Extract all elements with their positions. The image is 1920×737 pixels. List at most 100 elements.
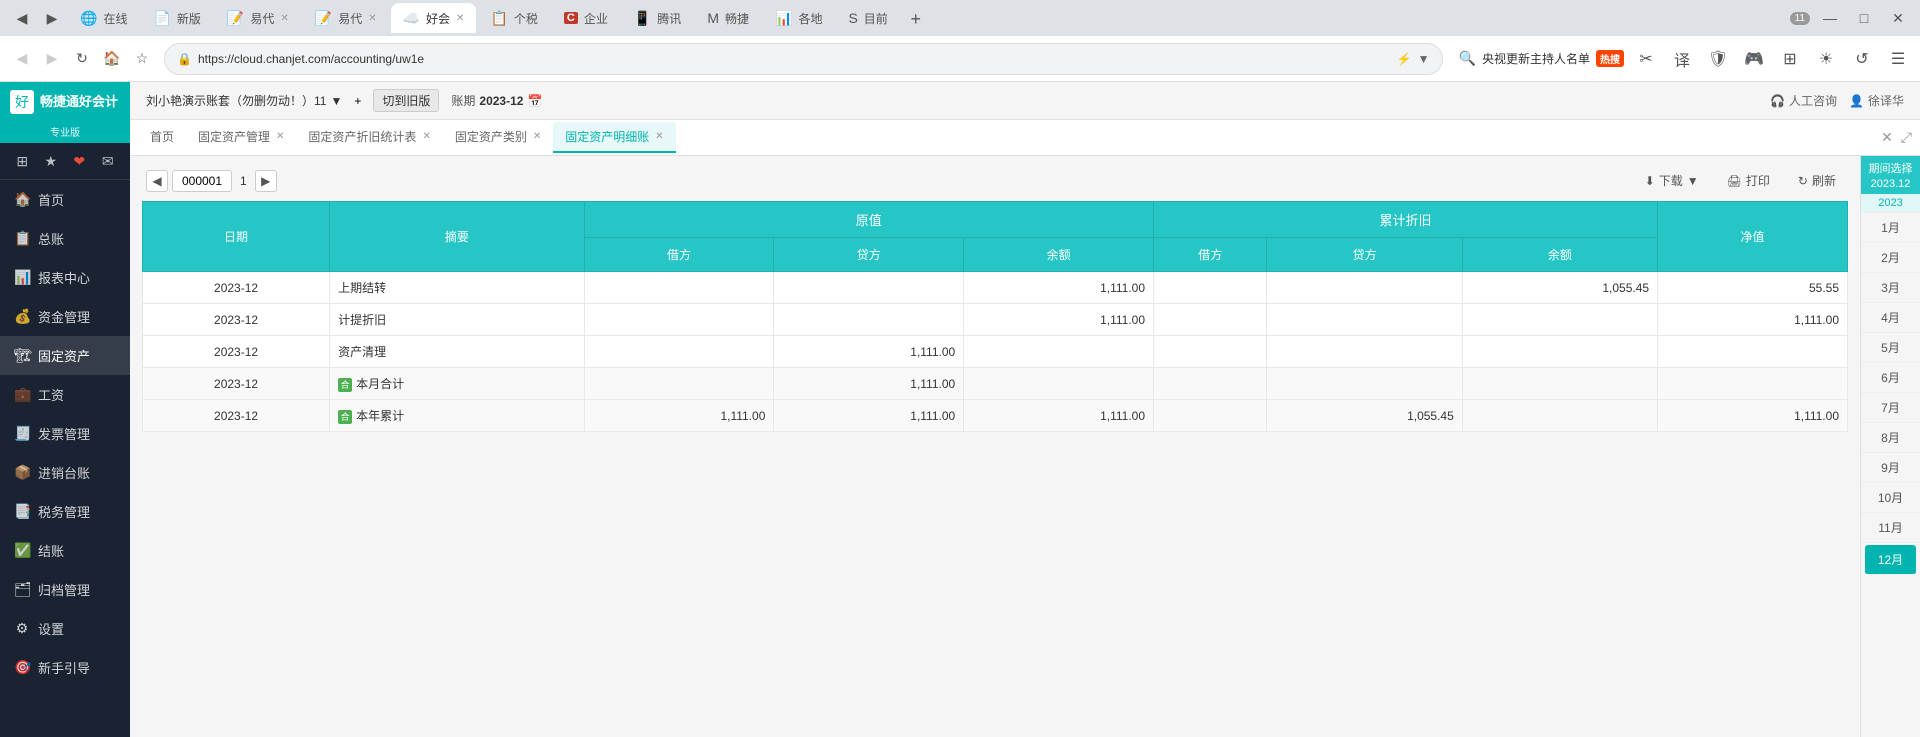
sidebar-icon-4[interactable]: ✉ (96, 149, 120, 173)
browser-back-btn[interactable]: ◀ (8, 4, 36, 32)
page-tab-close-2[interactable]: ✕ (422, 131, 430, 142)
sidebar-item-settings[interactable]: ⚙ 设置 (0, 609, 130, 648)
address-field[interactable]: 🔒 https://cloud.chanjet.com/accounting/u… (164, 43, 1443, 75)
maximize-btn[interactable]: □ (1850, 4, 1878, 32)
dropdown-icon[interactable]: ▼ (1418, 52, 1430, 66)
ledger-main: ◀ 1 ▶ ⬇ 下载 ▼ 🖨 打印 (130, 156, 1860, 737)
sidebar-item-general-ledger[interactable]: 📋 总账 (0, 219, 130, 258)
sidebar-label-purchase-sale: 进销台账 (38, 463, 90, 482)
page-tab-categories[interactable]: 固定资产类别 ✕ (443, 122, 553, 153)
shield-icon[interactable]: 🛡 (1704, 45, 1732, 73)
funds-icon: 💰 (14, 308, 30, 325)
sidebar-item-settlement[interactable]: ✅ 结账 (0, 531, 130, 570)
tab-close-4[interactable]: ✕ (368, 13, 376, 24)
translate-icon[interactable]: 译 (1668, 45, 1696, 73)
browser-forward-btn[interactable]: ▶ (38, 4, 66, 32)
period-month-2[interactable]: 2月 (1861, 243, 1920, 273)
page-tab-fixed-assets-mgmt[interactable]: 固定资产管理 ✕ (186, 122, 296, 153)
page-input-field[interactable] (172, 170, 232, 192)
browser-tab-2[interactable]: 📄 新版 (141, 3, 212, 33)
brightness-icon[interactable]: ☀ (1812, 45, 1840, 73)
browser-tab-6[interactable]: 📋 个税 (478, 3, 549, 33)
sidebar-item-guide[interactable]: 🎯 新手引导 (0, 648, 130, 687)
page-tab-close-4[interactable]: ✕ (655, 131, 663, 142)
period-month-11[interactable]: 11月 (1861, 513, 1920, 543)
sidebar-icon-2[interactable]: ★ (39, 149, 63, 173)
refresh-btn[interactable]: ↻ 刷新 (1790, 168, 1844, 193)
calendar-icon[interactable]: 📅 (527, 94, 542, 108)
sidebar-item-home[interactable]: 🏠 首页 (0, 180, 130, 219)
period-month-6[interactable]: 6月 (1861, 363, 1920, 393)
reload-btn[interactable]: ↻ (68, 45, 96, 73)
period-month-4[interactable]: 4月 (1861, 303, 1920, 333)
browser-tab-3[interactable]: 📝 易代 ✕ (215, 3, 301, 33)
add-company-btn[interactable]: + (354, 94, 361, 108)
menu-icon[interactable]: ☰ (1884, 45, 1912, 73)
prev-page-btn[interactable]: ◀ (146, 170, 168, 192)
switch-version-btn[interactable]: 切到旧版 (373, 89, 439, 112)
browser-tab-10[interactable]: 📊 各地 (763, 3, 834, 33)
new-tab-btn[interactable]: + (902, 5, 930, 33)
company-selector[interactable]: 刘小艳演示账套（勿删勿动！）11 ▼ (146, 92, 342, 109)
sidebar-icon-1[interactable]: ⊞ (10, 149, 34, 173)
close-btn[interactable]: ✕ (1884, 4, 1912, 32)
forward-btn[interactable]: ▶ (38, 45, 66, 73)
sidebar-item-funds[interactable]: 💰 资金管理 (0, 297, 130, 336)
service-btn[interactable]: 🎧 人工咨询 (1770, 92, 1837, 109)
print-btn[interactable]: 🖨 打印 (1719, 168, 1778, 193)
tab-close-5[interactable]: ✕ (456, 13, 464, 24)
period-month-5[interactable]: 5月 (1861, 333, 1920, 363)
next-page-btn[interactable]: ▶ (255, 170, 277, 192)
sidebar-icon-3[interactable]: ❤ (67, 149, 91, 173)
cell-accum-credit (1267, 368, 1462, 400)
sidebar-item-invoice[interactable]: 🧾 发票管理 (0, 414, 130, 453)
back-btn[interactable]: ◀ (8, 45, 36, 73)
period-month-8[interactable]: 8月 (1861, 423, 1920, 453)
hot-badge[interactable]: 热搜 (1596, 50, 1624, 67)
page-tab-home[interactable]: 首页 (138, 122, 186, 153)
sidebar-item-payroll[interactable]: 💼 工资 (0, 375, 130, 414)
period-month-1[interactable]: 1月 (1861, 213, 1920, 243)
tab-close-3[interactable]: ✕ (280, 13, 288, 24)
download-label: 下载 (1659, 172, 1683, 189)
period-month-10[interactable]: 10月 (1861, 483, 1920, 513)
period-month-9[interactable]: 9月 (1861, 453, 1920, 483)
period-year-label[interactable]: 2023 (1861, 194, 1920, 213)
period-month-7[interactable]: 7月 (1861, 393, 1920, 423)
window-close-icon[interactable]: ✕ (1881, 129, 1893, 146)
game-icon[interactable]: 🎮 (1740, 45, 1768, 73)
home-nav-btn[interactable]: 🏠 (98, 45, 126, 73)
sidebar-item-tax[interactable]: 📑 税务管理 (0, 492, 130, 531)
user-btn[interactable]: 👤 徐译华 (1849, 92, 1904, 109)
table-row: 2023-12 资产清理 1,111.00 (143, 336, 1848, 368)
history-icon[interactable]: ↺ (1848, 45, 1876, 73)
grid-icon[interactable]: ⊞ (1776, 45, 1804, 73)
settlement-icon: ✅ (14, 542, 30, 559)
sidebar-item-reports[interactable]: 📊 报表中心 (0, 258, 130, 297)
browser-tab-4[interactable]: 📝 易代 ✕ (303, 3, 389, 33)
period-month-12[interactable]: 12月 (1865, 545, 1916, 575)
sidebar-item-fixed-assets[interactable]: 🏗 固定资产 (0, 336, 130, 375)
page-tab-close-1[interactable]: ✕ (276, 131, 284, 142)
browser-tab-9[interactable]: M 畅捷 (695, 3, 761, 33)
browser-tab-5[interactable]: ☁️ 好会 ✕ (391, 3, 477, 33)
bookmark-btn[interactable]: ☆ (128, 45, 156, 73)
page-tab-ledger[interactable]: 固定资产明细账 ✕ (553, 122, 675, 153)
period-month-3[interactable]: 3月 (1861, 273, 1920, 303)
download-icon: ⬇ (1645, 174, 1655, 188)
minimize-btn[interactable]: — (1816, 4, 1844, 32)
browser-tab-1[interactable]: 🌐 在线 (68, 3, 139, 33)
page-tab-close-3[interactable]: ✕ (533, 131, 541, 142)
browser-tab-7[interactable]: C 企业 (552, 3, 620, 33)
window-expand-icon[interactable]: ⤢ (1901, 129, 1912, 146)
download-btn[interactable]: ⬇ 下载 ▼ (1637, 168, 1707, 193)
browser-tab-11[interactable]: S 目前 (836, 3, 899, 33)
period-value: 2023-12 (479, 94, 523, 108)
page-tab-depreciation[interactable]: 固定资产折旧统计表 ✕ (296, 122, 442, 153)
sidebar-item-archive[interactable]: 🗂 归档管理 (0, 570, 130, 609)
content-area: ◀ 1 ▶ ⬇ 下载 ▼ 🖨 打印 (130, 156, 1920, 737)
scissors-icon[interactable]: ✂ (1632, 45, 1660, 73)
sidebar-item-purchase-sale[interactable]: 📦 进销台账 (0, 453, 130, 492)
company-name: 刘小艳演示账套（勿删勿动！）11 (146, 92, 326, 109)
browser-tab-8[interactable]: 📱 腾讯 (622, 3, 693, 33)
